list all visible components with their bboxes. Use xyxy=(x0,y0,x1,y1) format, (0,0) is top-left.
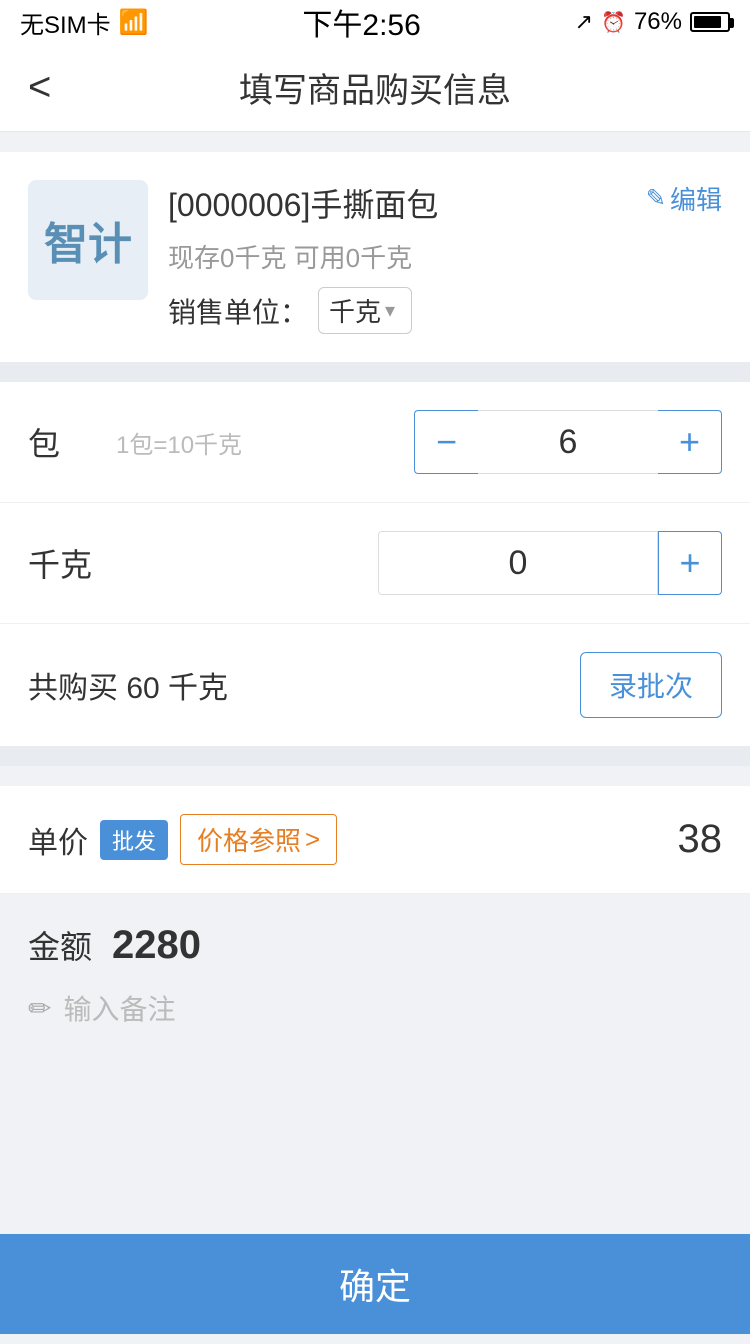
product-logo: 智计 xyxy=(44,208,132,272)
amount-section: 金额 2280 ✏ 输入备注 xyxy=(0,894,750,1044)
edit-button[interactable]: ✎ 编辑 xyxy=(646,180,722,217)
bag-qty-control: − + xyxy=(414,410,722,474)
product-thumbnail: 智计 xyxy=(28,180,148,300)
status-right: ↗ ⏰ 76% xyxy=(575,8,730,36)
summary-text: 共购买 60 千克 xyxy=(28,663,228,707)
summary-row: 共购买 60 千克 录批次 xyxy=(0,624,750,746)
kg-label: 千克 xyxy=(28,540,108,586)
price-label: 单价 xyxy=(28,818,88,862)
back-button[interactable]: < xyxy=(28,65,51,110)
bag-hint: 1包=10千克 xyxy=(116,425,414,460)
unit-selector[interactable]: 千克 ▾ xyxy=(318,287,412,334)
bag-plus-button[interactable]: + xyxy=(658,410,722,474)
bag-row: 包 1包=10千克 − + xyxy=(0,382,750,503)
carrier-label: 无SIM卡 xyxy=(20,5,111,40)
battery-icon xyxy=(690,12,730,32)
price-value: 38 xyxy=(678,817,723,862)
page-title: 填写商品购买信息 xyxy=(239,63,511,112)
status-time: 下午2:56 xyxy=(302,0,420,44)
battery-percent: 76% xyxy=(634,8,682,36)
kg-qty-control: + xyxy=(378,531,722,595)
location-icon: ↗ xyxy=(575,9,593,35)
product-card: 智计 [0000006]手撕面包 现存0千克 可用0千克 销售单位： 千克 ▾ … xyxy=(0,152,750,362)
price-ref-label: 价格参照 xyxy=(197,821,301,858)
quantity-section: 包 1包=10千克 − + 千克 + xyxy=(0,382,750,624)
price-ref-button[interactable]: 价格参照 > xyxy=(180,814,337,865)
bag-minus-button[interactable]: − xyxy=(414,410,478,474)
remark-placeholder: 输入备注 xyxy=(63,988,175,1028)
separator-2 xyxy=(0,746,750,766)
edit-label: 编辑 xyxy=(670,180,722,217)
status-bar: 无SIM卡 📶 下午2:56 ↗ ⏰ 76% xyxy=(0,0,750,44)
bag-label: 包 xyxy=(28,419,108,465)
price-ref-arrow: > xyxy=(305,824,320,855)
batch-button[interactable]: 录批次 xyxy=(580,652,722,718)
product-unit-row: 销售单位： 千克 ▾ xyxy=(168,287,722,334)
remark-row[interactable]: ✏ 输入备注 xyxy=(28,988,722,1028)
kg-row: 千克 + xyxy=(0,503,750,624)
unit-dropdown-arrow: ▾ xyxy=(385,298,395,323)
price-badge: 批发 xyxy=(100,820,168,860)
pencil-icon: ✏ xyxy=(28,992,51,1025)
product-stock: 现存0千克 可用0千克 xyxy=(168,238,722,275)
amount-row: 金额 2280 xyxy=(28,922,722,968)
kg-plus-button[interactable]: + xyxy=(658,531,722,595)
price-row: 单价 批发 价格参照 > 38 xyxy=(0,786,750,894)
bag-qty-input[interactable] xyxy=(478,410,658,474)
nav-bar: < 填写商品购买信息 xyxy=(0,44,750,132)
unit-label: 销售单位： xyxy=(168,291,308,331)
price-section: 单价 批发 价格参照 > 38 xyxy=(0,786,750,894)
wifi-icon: 📶 xyxy=(119,8,149,37)
product-name: [0000006]手撕面包 xyxy=(168,180,722,226)
kg-qty-input[interactable] xyxy=(378,531,658,595)
unit-value: 千克 xyxy=(329,292,381,329)
edit-icon: ✎ xyxy=(646,184,666,213)
confirm-button[interactable]: 确定 xyxy=(0,1234,750,1334)
product-info: [0000006]手撕面包 现存0千克 可用0千克 销售单位： 千克 ▾ xyxy=(168,180,722,334)
amount-value: 2280 xyxy=(112,923,201,968)
amount-label: 金额 xyxy=(28,922,92,968)
alarm-icon: ⏰ xyxy=(601,10,626,35)
separator-1 xyxy=(0,362,750,382)
status-left: 无SIM卡 📶 xyxy=(20,5,149,40)
